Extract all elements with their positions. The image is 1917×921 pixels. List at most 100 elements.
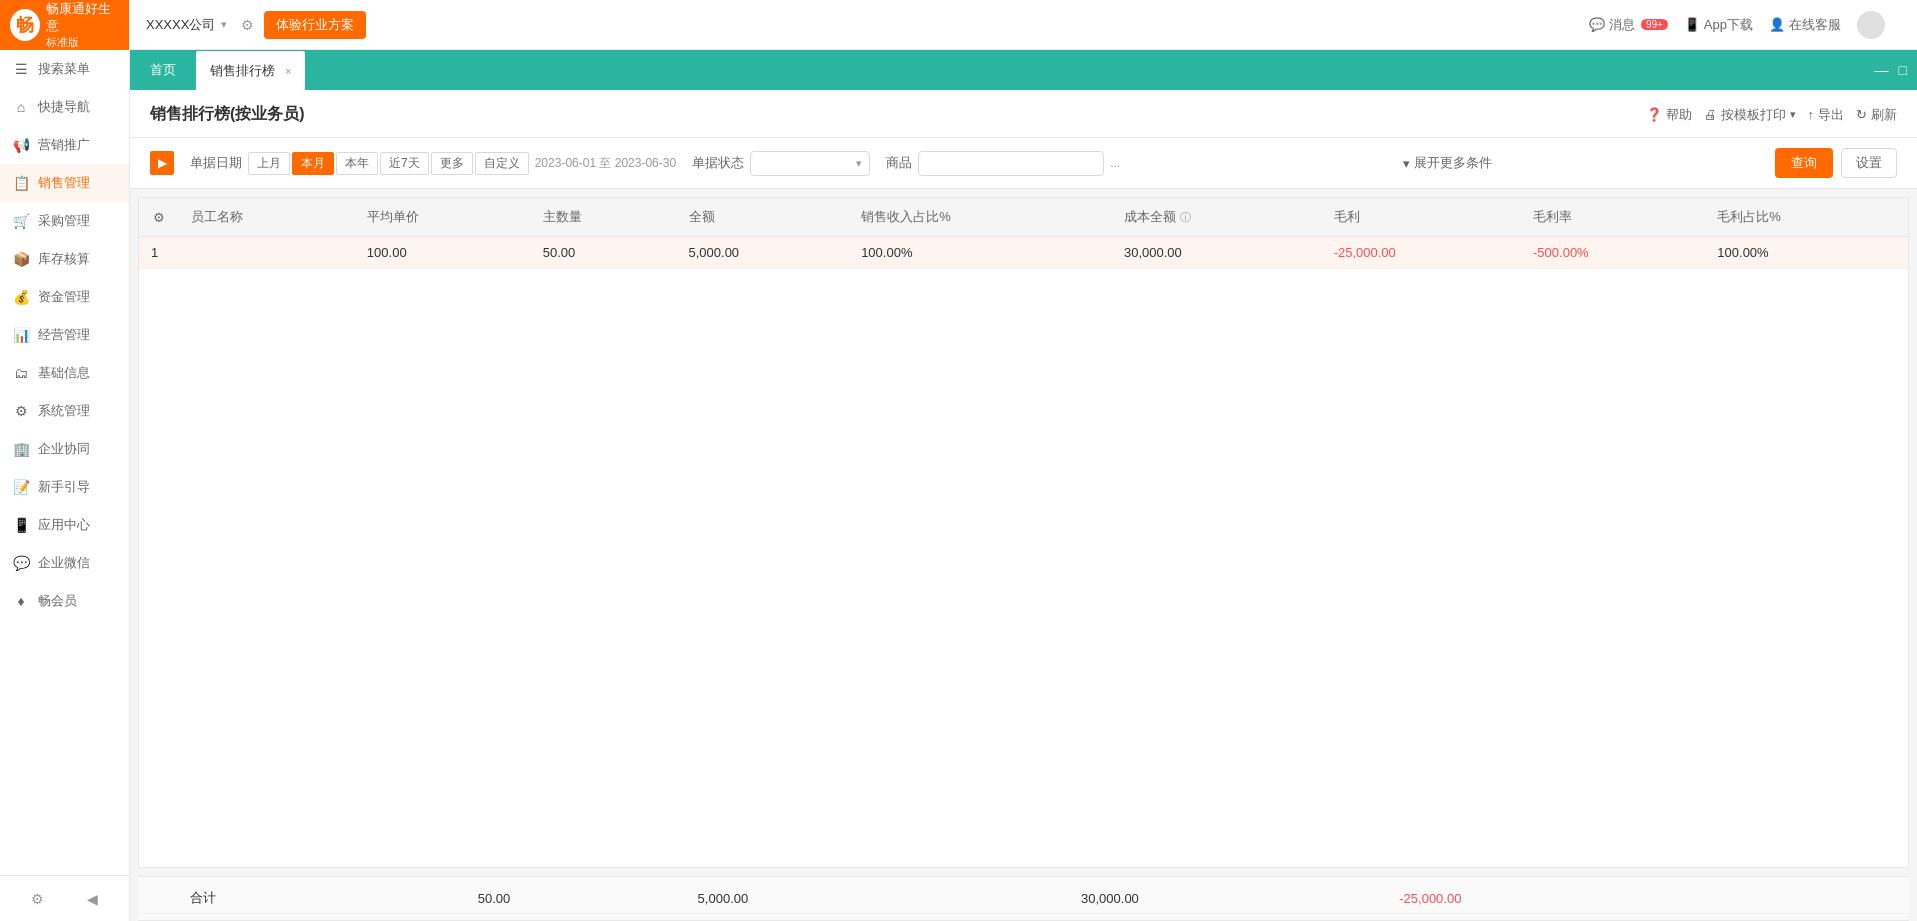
- date-7days-btn[interactable]: 近7天: [380, 152, 429, 175]
- sidebar-item-search[interactable]: ☰ 搜索菜单: [0, 50, 129, 88]
- message-icon: 💬: [1589, 17, 1605, 32]
- home-icon: ⌂: [12, 99, 30, 115]
- filter-date-group: 单据日期 上月 本月 本年 近7天 更多 自定义 2023-06-01 至 20…: [190, 152, 676, 175]
- service-label: 在线客服: [1789, 16, 1841, 34]
- filter-row-1: ▶ 单据日期 上月 本月 本年 近7天 更多 自定义 2023-06-01 至 …: [150, 148, 1897, 178]
- sidebar-item-wechat[interactable]: 💬 企业微信: [0, 544, 129, 582]
- sidebar-item-sales-label: 销售管理: [38, 174, 90, 192]
- sidebar: 畅 畅康通好生意 标准版 ☰ 搜索菜单 ⌂ 快捷导航 📢 营销推广 📋 销售管理…: [0, 0, 130, 921]
- app-download-icon: 📱: [1684, 17, 1700, 32]
- sidebar-item-finance[interactable]: 💰 资金管理: [0, 278, 129, 316]
- topbar: XXXXX公司 ▾ ⚙ 体验行业方案 💬 消息 99+ 📱 App下载 👤 在线…: [130, 0, 1917, 50]
- system-icon: ⚙: [12, 403, 30, 419]
- filter-collapse-btn[interactable]: ▶: [150, 151, 174, 175]
- print-btn[interactable]: 🖨 按模板打印 ▾: [1704, 106, 1796, 124]
- table-body: 1 100.00 50.00 5,000.00 100.00% 30,000.0…: [139, 237, 1908, 269]
- sidebar-item-system-label: 系统管理: [38, 402, 90, 420]
- tab-sales-ranking-label: 销售排行榜: [210, 62, 275, 80]
- expand-filter-label: 展开更多条件: [1414, 154, 1492, 172]
- app-download-label: App下载: [1704, 16, 1753, 34]
- expand-filter-btn[interactable]: ▾ 展开更多条件: [1403, 154, 1492, 172]
- cost-info-icon[interactable]: ⓘ: [1180, 211, 1191, 223]
- app-download-btn[interactable]: 📱 App下载: [1684, 16, 1753, 34]
- sidebar-item-enterprise[interactable]: 🏢 企业协同: [0, 430, 129, 468]
- filter-area: ▶ 单据日期 上月 本月 本年 近7天 更多 自定义 2023-06-01 至 …: [130, 138, 1917, 189]
- cell-profit-rate: -500.00%: [1521, 237, 1705, 269]
- sidebar-item-sales[interactable]: 📋 销售管理: [0, 164, 129, 202]
- table-total-footer: 合计 50.00 5,000.00 30,000.00 -25,000.00: [138, 876, 1909, 921]
- online-service-btn[interactable]: 👤 在线客服: [1769, 16, 1841, 34]
- company-name: XXXXX公司: [146, 16, 215, 34]
- total-amount: 5,000.00: [698, 891, 749, 906]
- tab-sales-ranking[interactable]: 销售排行榜 ×: [196, 51, 305, 91]
- date-last-month-btn[interactable]: 上月: [248, 152, 290, 175]
- sales-icon: 📋: [12, 175, 30, 191]
- topbar-right: 💬 消息 99+ 📱 App下载 👤 在线客服: [1589, 11, 1901, 39]
- export-label: 导出: [1818, 106, 1844, 124]
- total-qty: 50.00: [478, 891, 511, 906]
- th-profit-pct: 毛利占比%: [1705, 198, 1908, 237]
- help-btn[interactable]: ❓ 帮助: [1646, 106, 1692, 124]
- content-area: 销售排行榜(按业务员) ❓ 帮助 🖨 按模板打印 ▾ ↑ 导出: [130, 90, 1917, 921]
- refresh-icon: ↻: [1856, 107, 1867, 122]
- sidebar-item-inventory[interactable]: 📦 库存核算: [0, 240, 129, 278]
- sidebar-item-system[interactable]: ⚙ 系统管理: [0, 392, 129, 430]
- th-settings[interactable]: ⚙: [139, 198, 179, 237]
- company-selector[interactable]: XXXXX公司 ▾: [146, 16, 227, 34]
- sidebar-item-guide[interactable]: 📝 新手引导: [0, 468, 129, 506]
- refresh-btn[interactable]: ↻ 刷新: [1856, 106, 1897, 124]
- tab-minimize-icon[interactable]: —: [1875, 62, 1889, 78]
- sidebar-item-quick-nav-label: 快捷导航: [38, 98, 90, 116]
- th-cost: 成本全额 ⓘ: [1112, 198, 1322, 237]
- goods-more-icon[interactable]: ...: [1110, 156, 1120, 170]
- total-table: 合计 50.00 5,000.00 30,000.00 -25,000.00: [138, 883, 1909, 914]
- tab-home-label: 首页: [150, 62, 176, 77]
- date-more-btn[interactable]: 更多: [431, 152, 473, 175]
- page-title: 销售排行榜(按业务员): [150, 104, 305, 125]
- sidebar-item-apps[interactable]: 📱 应用中心: [0, 506, 129, 544]
- sidebar-item-operations-label: 经营管理: [38, 326, 90, 344]
- sidebar-item-operations[interactable]: 📊 经营管理: [0, 316, 129, 354]
- tab-close-icon[interactable]: ×: [285, 65, 291, 77]
- cell-sales-pct: 100.00%: [849, 237, 1112, 269]
- topbar-settings-icon[interactable]: ⚙: [241, 17, 254, 33]
- tab-home[interactable]: 首页: [130, 50, 196, 90]
- date-this-year-btn[interactable]: 本年: [336, 152, 378, 175]
- status-select-wrapper: [750, 151, 870, 176]
- help-icon: ❓: [1646, 107, 1662, 122]
- user-avatar[interactable]: [1857, 11, 1885, 39]
- goods-input[interactable]: [918, 151, 1104, 176]
- settings-btn[interactable]: 设置: [1841, 148, 1897, 178]
- query-btn[interactable]: 查询: [1775, 148, 1833, 178]
- expand-icon: ▾: [1403, 156, 1410, 171]
- sidebar-collapse-btn[interactable]: ◀: [87, 891, 98, 907]
- export-btn[interactable]: ↑ 导出: [1808, 106, 1845, 124]
- date-this-month-btn[interactable]: 本月: [292, 152, 334, 175]
- try-industry-btn[interactable]: 体验行业方案: [264, 11, 366, 39]
- marketing-icon: 📢: [12, 137, 30, 153]
- print-label: 按模板打印: [1721, 106, 1786, 124]
- date-custom-btn[interactable]: 自定义: [475, 152, 529, 175]
- total-label: 合计: [190, 890, 216, 905]
- sidebar-item-purchase[interactable]: 🛒 采购管理: [0, 202, 129, 240]
- tab-maximize-icon[interactable]: □: [1899, 62, 1907, 78]
- th-qty: 主数量: [531, 198, 677, 237]
- sidebar-item-member[interactable]: ♦ 畅会员: [0, 582, 129, 620]
- wechat-icon: 💬: [12, 555, 30, 571]
- total-row: 合计 50.00 5,000.00 30,000.00 -25,000.00: [138, 883, 1909, 914]
- sidebar-item-basics[interactable]: 🗂 基础信息: [0, 354, 129, 392]
- logo-line2: 标准版: [46, 35, 119, 49]
- sidebar-item-quick-nav[interactable]: ⌂ 快捷导航: [0, 88, 129, 126]
- th-amount: 全额: [677, 198, 850, 237]
- sidebar-settings-btn[interactable]: ⚙: [31, 891, 44, 907]
- message-btn[interactable]: 💬 消息 99+: [1589, 16, 1668, 34]
- sidebar-item-guide-label: 新手引导: [38, 478, 90, 496]
- sidebar-nav: ☰ 搜索菜单 ⌂ 快捷导航 📢 营销推广 📋 销售管理 🛒 采购管理 📦 库存核…: [0, 50, 129, 875]
- sidebar-item-marketing-label: 营销推广: [38, 136, 90, 154]
- operations-icon: 📊: [12, 327, 30, 343]
- tabbar: 首页 销售排行榜 × — □: [130, 50, 1917, 90]
- table-row: 1 100.00 50.00 5,000.00 100.00% 30,000.0…: [139, 237, 1908, 269]
- total-cost-cell: 30,000.00: [1069, 883, 1387, 914]
- sidebar-item-marketing[interactable]: 📢 营销推广: [0, 126, 129, 164]
- status-select[interactable]: [750, 151, 870, 176]
